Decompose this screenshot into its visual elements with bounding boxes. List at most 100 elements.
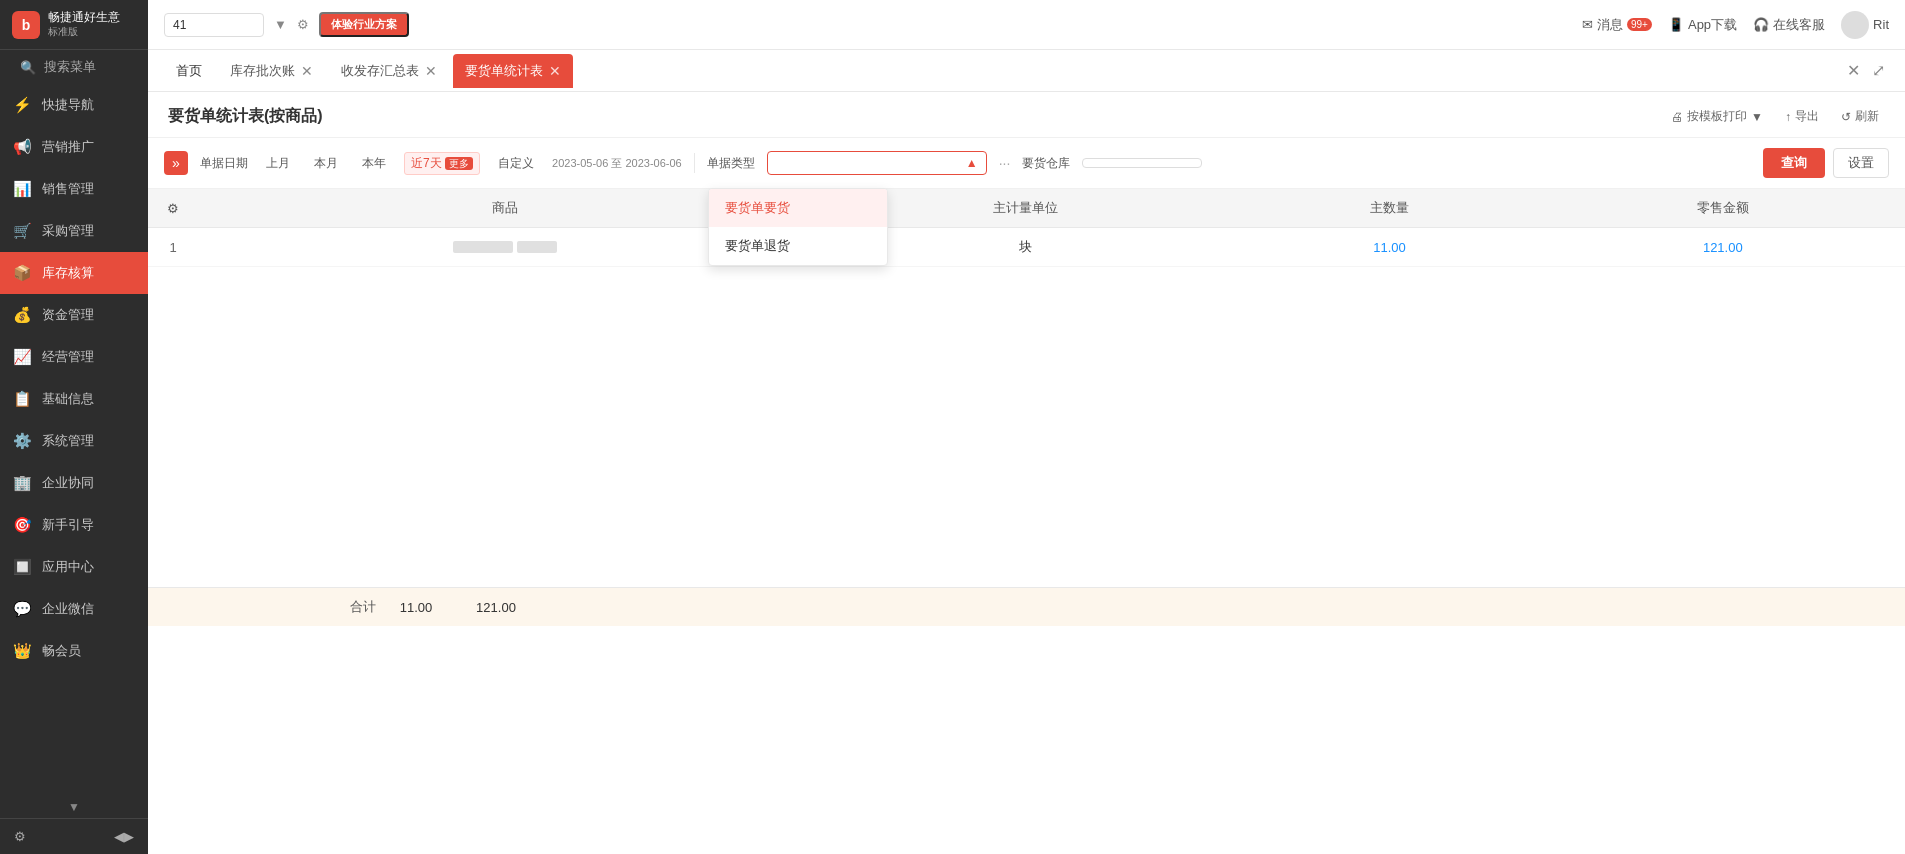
total-amount: 121.00 bbox=[456, 600, 536, 615]
refresh-btn[interactable]: ↺ 刷新 bbox=[1835, 104, 1885, 129]
newbie-icon: 🎯 bbox=[12, 515, 32, 535]
date-last7days-btn[interactable]: 近7天 更多 bbox=[404, 152, 480, 175]
topbar-right: ✉ 消息 99+ 📱 App下载 🎧 在线客服 Rit bbox=[1582, 11, 1889, 39]
sidebar-item-label: 快捷导航 bbox=[42, 96, 94, 114]
sidebar-item-newbie[interactable]: 🎯 新手引导 bbox=[0, 504, 148, 546]
main-area: ▼ ⚙ 体验行业方案 ✉ 消息 99+ 📱 App下载 🎧 在线客服 Rit bbox=[148, 0, 1905, 854]
tab-inventory-batch-close[interactable]: ✕ bbox=[301, 64, 313, 78]
tab-receive-summary[interactable]: 收发存汇总表 ✕ bbox=[329, 54, 449, 88]
logo-text: 畅捷通好生意 标准版 bbox=[48, 10, 120, 40]
refresh-label: 刷新 bbox=[1855, 108, 1879, 125]
sidebar-item-enterprise[interactable]: 🏢 企业协同 bbox=[0, 462, 148, 504]
tab-home[interactable]: 首页 bbox=[164, 54, 214, 88]
messages-badge: 99+ bbox=[1627, 18, 1652, 31]
placeholder-bar-2 bbox=[517, 241, 557, 253]
date-last-month-btn[interactable]: 上月 bbox=[260, 153, 296, 174]
sidebar-item-operations[interactable]: 📈 经营管理 bbox=[0, 336, 148, 378]
close-all-tabs-btn[interactable]: ✕ bbox=[1843, 59, 1864, 82]
apps-icon: 🔲 bbox=[12, 557, 32, 577]
export-btn[interactable]: ↑ 导出 bbox=[1779, 104, 1825, 129]
sidebar-item-member[interactable]: 👑 畅会员 bbox=[0, 630, 148, 672]
dropdown-item-request-order[interactable]: 要货单要货 bbox=[709, 189, 887, 227]
page-actions: 🖨 按模板打印 ▼ ↑ 导出 ↺ 刷新 bbox=[1665, 104, 1885, 129]
sidebar-nav: ⚡ 快捷导航 📢 营销推广 📊 销售管理 🛒 采购管理 📦 库存核算 💰 资金管… bbox=[0, 84, 148, 796]
dropdown-item-request-return[interactable]: 要货单退货 bbox=[709, 227, 887, 265]
sidebar-item-label: 新手引导 bbox=[42, 516, 94, 534]
topbar-dropdown-icon[interactable]: ▼ bbox=[274, 17, 287, 32]
footer-settings-icon[interactable]: ⚙ bbox=[14, 829, 26, 844]
filter-expand-btn[interactable]: » bbox=[164, 151, 188, 175]
date-last7days-label: 近7天 bbox=[411, 156, 442, 170]
sidebar-footer: ⚙ ◀▶ bbox=[0, 818, 148, 854]
app-download-label: App下载 bbox=[1688, 16, 1737, 34]
table-empty-space bbox=[148, 267, 1905, 587]
row-amount[interactable]: 121.00 bbox=[1541, 228, 1905, 267]
sidebar-scroll-down[interactable]: ▼ bbox=[0, 796, 148, 818]
expand-icon: » bbox=[172, 155, 180, 171]
online-service-btn[interactable]: 🎧 在线客服 bbox=[1753, 16, 1825, 34]
query-btn[interactable]: 查询 bbox=[1763, 148, 1825, 178]
maximize-btn[interactable]: ⤢ bbox=[1868, 59, 1889, 82]
content-area: 要货单统计表(按商品) 🖨 按模板打印 ▼ ↑ 导出 ↺ 刷新 bbox=[148, 92, 1905, 854]
warehouse-select[interactable] bbox=[1082, 158, 1202, 168]
tab-order-stats[interactable]: 要货单统计表 ✕ bbox=[453, 54, 573, 88]
sidebar-item-label: 企业微信 bbox=[42, 600, 94, 618]
type-caret-icon[interactable]: ▲ bbox=[966, 156, 978, 170]
tab-home-label: 首页 bbox=[176, 62, 202, 80]
tab-order-stats-close[interactable]: ✕ bbox=[549, 64, 561, 78]
app-title: 畅捷通好生意 bbox=[48, 10, 120, 26]
filter-settings-btn[interactable]: 设置 bbox=[1833, 148, 1889, 178]
type-label: 单据类型 bbox=[707, 155, 755, 172]
col-amount: 零售金额 bbox=[1541, 189, 1905, 228]
messages-btn[interactable]: ✉ 消息 99+ bbox=[1582, 16, 1652, 34]
table-settings-icon[interactable]: ⚙ bbox=[167, 201, 179, 216]
app-logo: b 畅捷通好生意 标准版 bbox=[0, 0, 148, 50]
sidebar-item-inventory[interactable]: 📦 库存核算 bbox=[0, 252, 148, 294]
footer-collapse-icon[interactable]: ◀▶ bbox=[114, 829, 134, 844]
print-template-btn[interactable]: 🖨 按模板打印 ▼ bbox=[1665, 104, 1769, 129]
app-download-btn[interactable]: 📱 App下载 bbox=[1668, 16, 1737, 34]
total-label: 合计 bbox=[350, 599, 376, 614]
table-header-row: ⚙ 商品 主计量单位 主数量 零售金额 bbox=[148, 189, 1905, 228]
more-options-icon[interactable]: ··· bbox=[999, 155, 1011, 171]
date-this-month-btn[interactable]: 本月 bbox=[308, 153, 344, 174]
type-input[interactable] bbox=[776, 156, 960, 170]
app-subtitle: 标准版 bbox=[48, 25, 120, 39]
date-custom-btn[interactable]: 自定义 bbox=[492, 153, 540, 174]
purchase-icon: 🛒 bbox=[12, 221, 32, 241]
sidebar-item-apps[interactable]: 🔲 应用中心 bbox=[0, 546, 148, 588]
topbar-input[interactable] bbox=[164, 13, 264, 37]
topbar: ▼ ⚙ 体验行业方案 ✉ 消息 99+ 📱 App下载 🎧 在线客服 Rit bbox=[148, 0, 1905, 50]
headset-icon: 🎧 bbox=[1753, 17, 1769, 32]
row-number: 1 bbox=[148, 228, 198, 267]
tab-inventory-batch[interactable]: 库存批次账 ✕ bbox=[218, 54, 325, 88]
sidebar-item-label: 应用中心 bbox=[42, 558, 94, 576]
col-settings[interactable]: ⚙ bbox=[148, 189, 198, 228]
sidebar-item-sales[interactable]: 📊 销售管理 bbox=[0, 168, 148, 210]
date-this-year-btn[interactable]: 本年 bbox=[356, 153, 392, 174]
sidebar-item-purchase[interactable]: 🛒 采购管理 bbox=[0, 210, 148, 252]
warehouse-label: 要货仓库 bbox=[1022, 155, 1070, 172]
sidebar-item-label: 基础信息 bbox=[42, 390, 94, 408]
tab-receive-summary-close[interactable]: ✕ bbox=[425, 64, 437, 78]
user-avatar[interactable]: Rit bbox=[1841, 11, 1889, 39]
search-menu[interactable]: 🔍 搜索菜单 bbox=[0, 50, 148, 84]
sidebar-item-basic[interactable]: 📋 基础信息 bbox=[0, 378, 148, 420]
type-select[interactable]: ▲ bbox=[767, 151, 987, 175]
operations-icon: 📈 bbox=[12, 347, 32, 367]
print-dropdown-icon[interactable]: ▼ bbox=[1751, 110, 1763, 124]
member-icon: 👑 bbox=[12, 641, 32, 661]
industry-btn[interactable]: 体验行业方案 bbox=[319, 12, 409, 37]
topbar-left: ▼ ⚙ 体验行业方案 bbox=[164, 12, 409, 37]
topbar-settings-icon[interactable]: ⚙ bbox=[297, 17, 309, 32]
sidebar-item-marketing[interactable]: 📢 营销推广 bbox=[0, 126, 148, 168]
sidebar-item-system[interactable]: ⚙️ 系统管理 bbox=[0, 420, 148, 462]
sidebar-item-quick-nav[interactable]: ⚡ 快捷导航 bbox=[0, 84, 148, 126]
row-quantity[interactable]: 11.00 bbox=[1239, 228, 1541, 267]
sidebar-item-label: 企业协同 bbox=[42, 474, 94, 492]
search-icon: 🔍 bbox=[20, 60, 36, 75]
sidebar: b 畅捷通好生意 标准版 🔍 搜索菜单 ⚡ 快捷导航 📢 营销推广 📊 销售管理… bbox=[0, 0, 148, 854]
page-header: 要货单统计表(按商品) 🖨 按模板打印 ▼ ↑ 导出 ↺ 刷新 bbox=[148, 92, 1905, 138]
sidebar-item-finance[interactable]: 💰 资金管理 bbox=[0, 294, 148, 336]
sidebar-item-wechat[interactable]: 💬 企业微信 bbox=[0, 588, 148, 630]
